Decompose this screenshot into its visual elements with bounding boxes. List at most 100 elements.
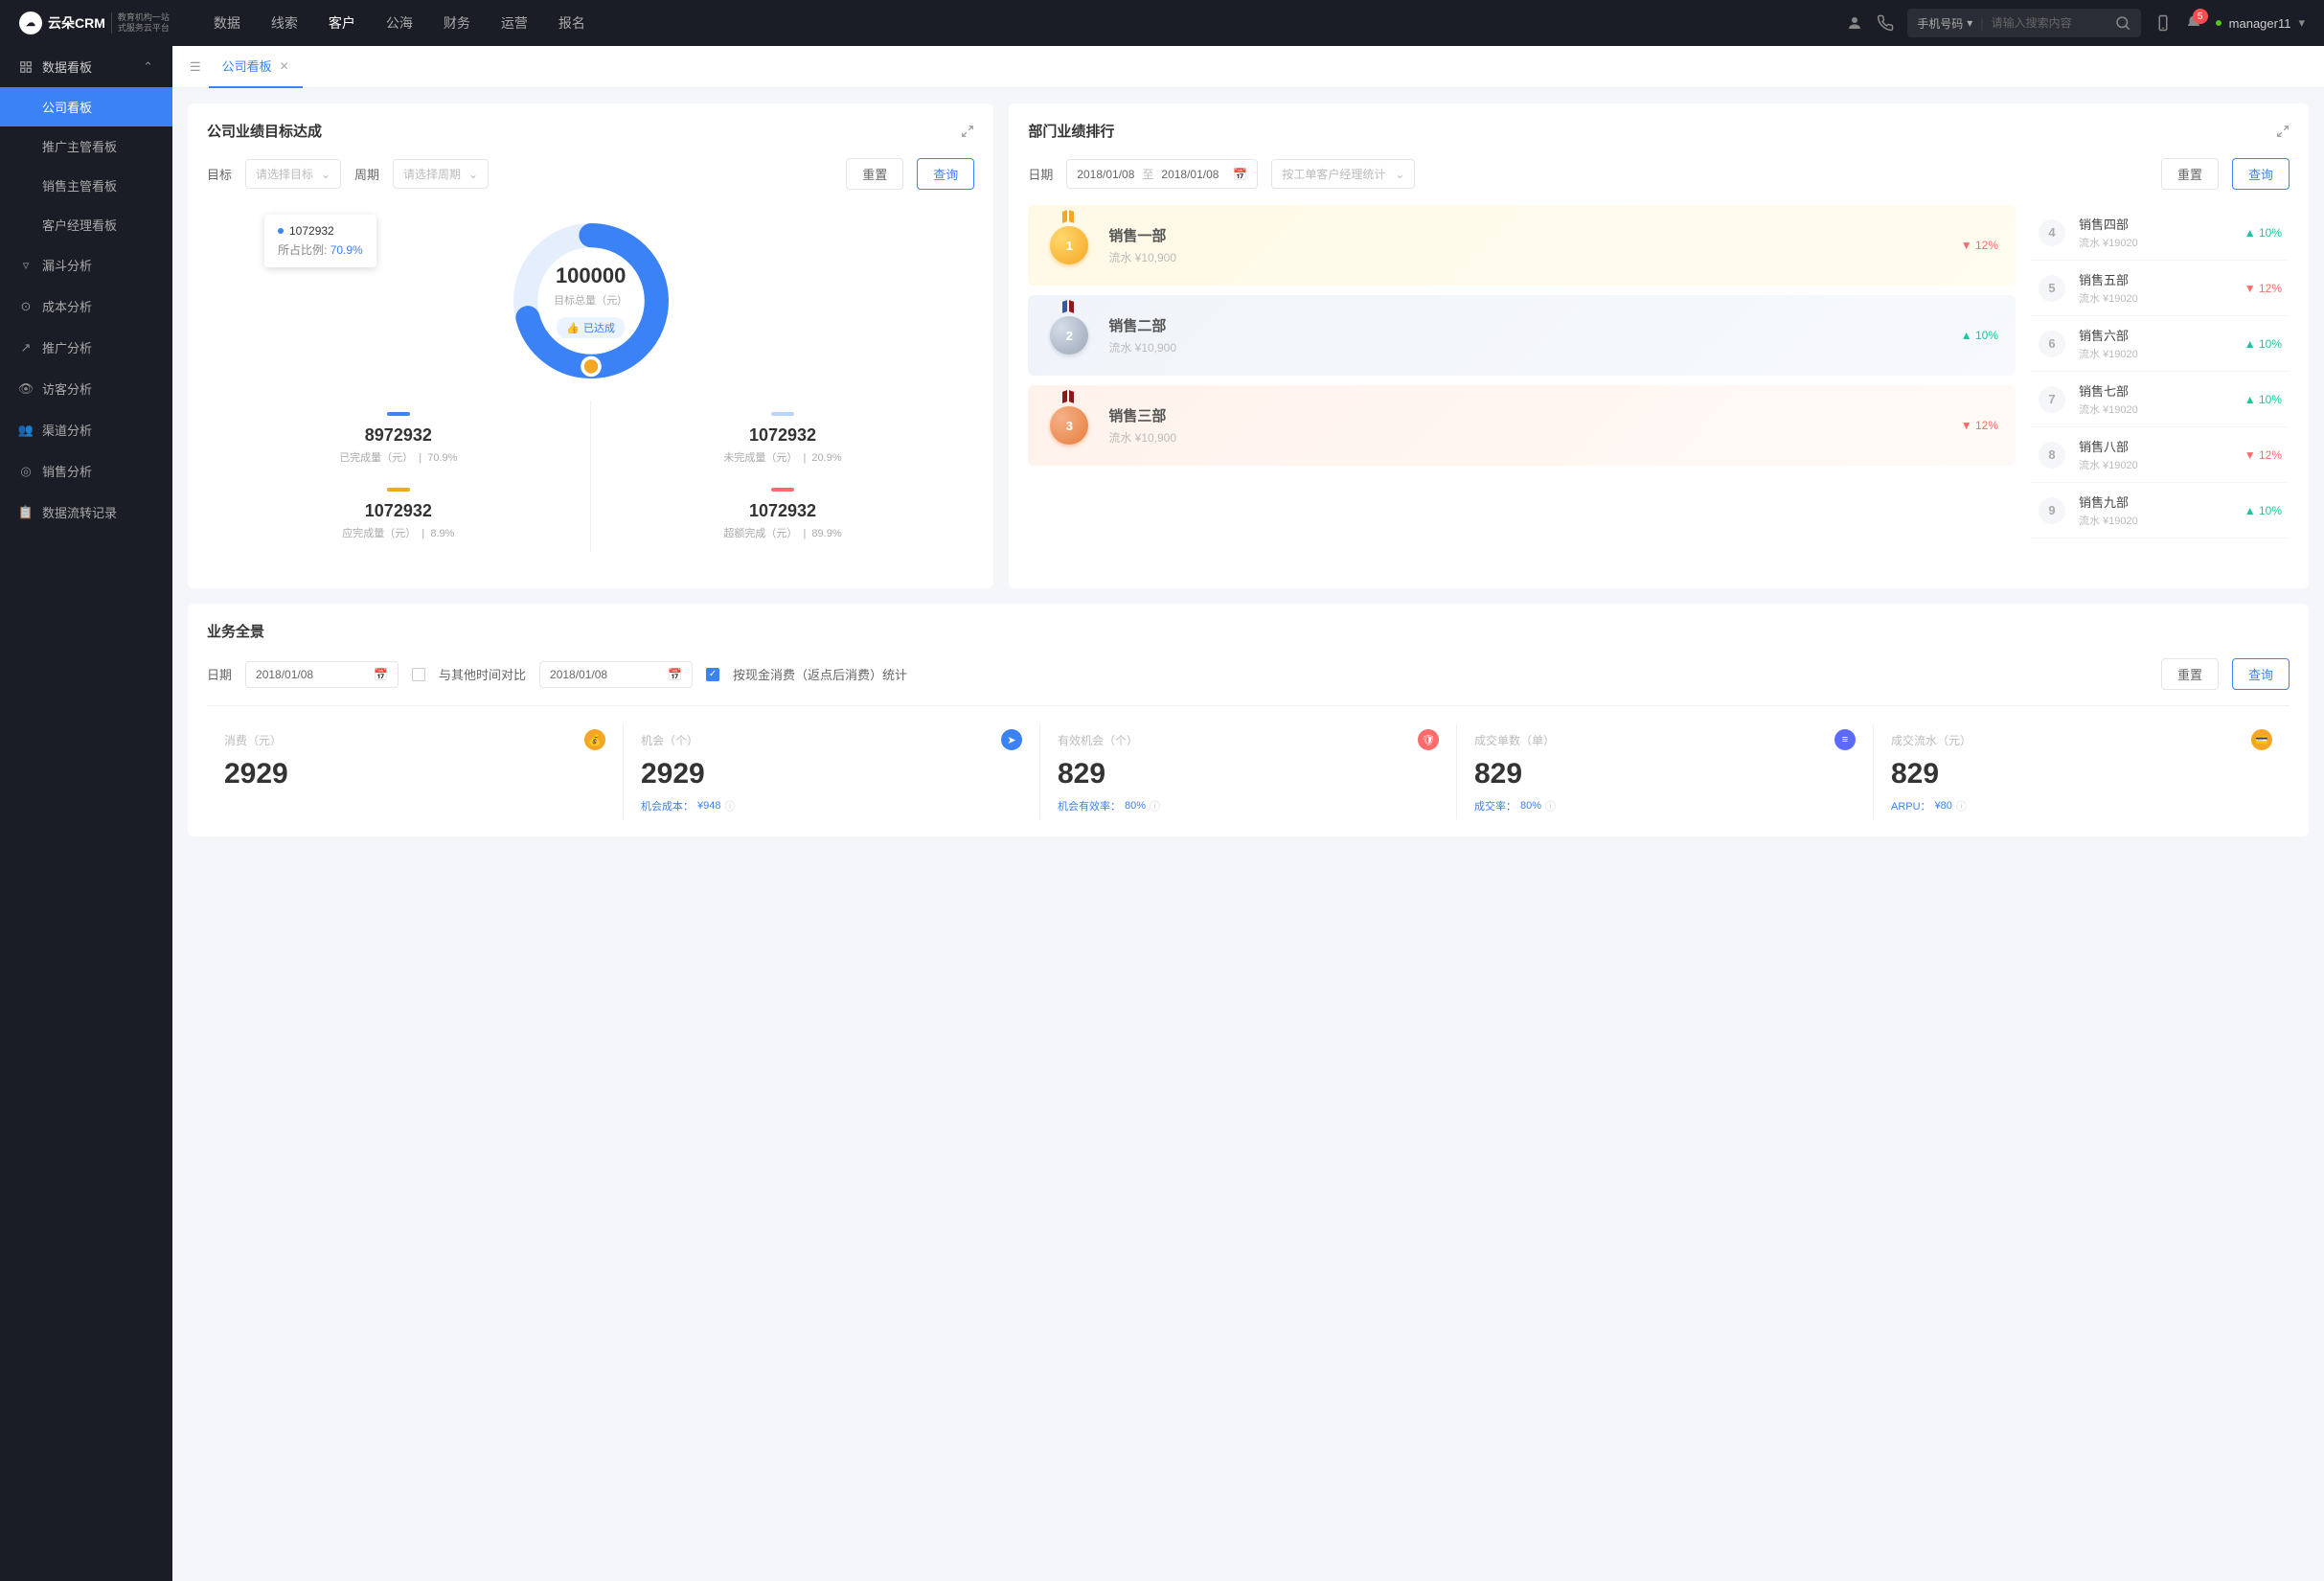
mobile-icon[interactable] (2154, 14, 2172, 32)
biz-icon: ➤ (1001, 729, 1022, 750)
card-title: 部门业绩排行 (1028, 121, 1114, 141)
period-select[interactable]: 请选择周期⌄ (393, 159, 489, 189)
biz-cell: 消费（元）💰2929 (207, 723, 624, 819)
sidebar-item[interactable]: ▿漏斗分析 (0, 244, 172, 286)
tab-collapse-icon[interactable]: ☰ (182, 59, 209, 75)
menu-icon: 📋 (19, 506, 33, 519)
person-icon[interactable] (1846, 14, 1863, 32)
logo[interactable]: ☁ 云朵CRM 教育机构一站式服务云平台 (19, 11, 170, 34)
reset-button[interactable]: 重置 (846, 158, 903, 190)
menu-icon: 👥 (19, 424, 33, 437)
topnav-item[interactable]: 公海 (371, 0, 428, 46)
topnav-item[interactable]: 运营 (486, 0, 543, 46)
rank-row: 4销售四部流水 ¥19020▲ 10% (2031, 205, 2290, 261)
stat-cell: 1072932超额完成（元） | 89.9% (591, 476, 975, 552)
menu-icon: ▿ (19, 259, 33, 272)
sidebar-group-dashboard[interactable]: 数据看板 ⌃ (0, 46, 172, 87)
card-dept-ranking: 部门业绩排行 日期 2018/01/08 至 2018/01/08 📅 按工单客… (1009, 103, 2309, 588)
sidebar-item[interactable]: 推广主管看板 (0, 126, 172, 166)
query-button[interactable]: 查询 (2232, 158, 2290, 190)
phone-icon[interactable] (1877, 14, 1894, 32)
manager-stat-select[interactable]: 按工单客户经理统计⌄ (1271, 159, 1415, 189)
medal-icon: 1 (1045, 218, 1093, 272)
reset-button[interactable]: 重置 (2161, 658, 2219, 690)
dashboard-icon (19, 60, 33, 74)
sidebar-item[interactable]: 公司看板 (0, 87, 172, 126)
biz-cell: 成交单数（单）≡829成交率：80% ⓘ (1457, 723, 1874, 819)
calendar-icon: 📅 (1233, 168, 1247, 181)
label-compare: 与其他时间对比 (439, 665, 526, 683)
donut-total: 100000 (556, 264, 626, 288)
topnav-item[interactable]: 线索 (256, 0, 313, 46)
target-select[interactable]: 请选择目标⌄ (245, 159, 341, 189)
label-period: 周期 (354, 165, 379, 183)
topnav-item[interactable]: 报名 (543, 0, 601, 46)
biz-cell: 有效机会（个）🛡829机会有效率：80% ⓘ (1040, 723, 1457, 819)
sidebar-item[interactable]: ↗推广分析 (0, 327, 172, 368)
username: manager11 (2229, 16, 2291, 31)
biz-icon: 💰 (584, 729, 605, 750)
rank-card: 1销售一部流水 ¥10,900▼ 12% (1028, 205, 2016, 286)
donut-sub: 目标总量（元） (554, 292, 627, 308)
sidebar-item[interactable]: ⊙成本分析 (0, 286, 172, 327)
topnav-item[interactable]: 财务 (428, 0, 486, 46)
sidebar-item[interactable]: 📋数据流转记录 (0, 492, 172, 533)
label-date: 日期 (207, 665, 232, 683)
medal-icon: 3 (1045, 399, 1093, 452)
rank-row: 9销售九部流水 ¥19020▲ 10% (2031, 483, 2290, 538)
calendar-icon: 📅 (668, 668, 682, 681)
user-menu[interactable]: manager11 ▾ (2216, 15, 2305, 31)
medal-icon: 2 (1045, 309, 1093, 362)
donut-chart: 100000 目标总量（元） 👍 已达成 (505, 215, 677, 387)
sidebar-item[interactable]: 销售主管看板 (0, 166, 172, 205)
compare-checkbox[interactable] (412, 668, 425, 681)
stat-cell: 8972932已完成量（元） | 70.9% (207, 401, 591, 476)
card-title: 公司业绩目标达成 (207, 121, 322, 141)
notifications[interactable]: 5 (2185, 14, 2202, 32)
date-input-1[interactable]: 2018/01/08📅 (245, 661, 399, 688)
brand-name: 云朵CRM (48, 13, 105, 33)
sidebar-item[interactable]: ◎销售分析 (0, 450, 172, 492)
topnav-item[interactable]: 数据 (198, 0, 256, 46)
rank-card: 3销售三部流水 ¥10,900▼ 12% (1028, 385, 2016, 466)
sidebar-item[interactable]: 客户经理看板 (0, 205, 172, 244)
search-type-select[interactable]: 手机号码▾ (1917, 15, 1972, 32)
tab-company-dashboard[interactable]: 公司看板 ✕ (209, 46, 303, 88)
stat-checkbox[interactable]: ✓ (706, 668, 719, 681)
date-input-2[interactable]: 2018/01/08📅 (539, 661, 693, 688)
search-icon[interactable] (2114, 14, 2131, 32)
biz-cell: 成交流水（元）💳829ARPU：¥80 ⓘ (1874, 723, 2290, 819)
menu-icon: 👁 (19, 382, 33, 396)
label-date: 日期 (1028, 165, 1053, 183)
rank-row: 8销售八部流水 ¥19020▼ 12% (2031, 427, 2290, 483)
topnav: 数据线索客户公海财务运营报名 (198, 0, 601, 46)
stat-cell: 1072932未完成量（元） | 20.9% (591, 401, 975, 476)
biz-cell: 机会（个）➤2929机会成本：¥948 ⓘ (624, 723, 1040, 819)
reset-button[interactable]: 重置 (2161, 158, 2219, 190)
close-icon[interactable]: ✕ (280, 59, 289, 73)
rank-row: 5销售五部流水 ¥19020▼ 12% (2031, 261, 2290, 316)
expand-icon[interactable] (2276, 125, 2290, 138)
stat-cell: 1072932应完成量（元） | 8.9% (207, 476, 591, 552)
brand-sub: 教育机构一站式服务云平台 (111, 12, 170, 34)
date-range-input[interactable]: 2018/01/08 至 2018/01/08 📅 (1066, 159, 1258, 189)
sidebar-item[interactable]: 👁访客分析 (0, 368, 172, 409)
menu-icon: ◎ (19, 465, 33, 478)
tabbar: ☰ 公司看板 ✕ (172, 46, 2324, 88)
achieved-badge: 👍 已达成 (557, 317, 625, 338)
calendar-icon: 📅 (374, 668, 388, 681)
topnav-item[interactable]: 客户 (313, 0, 371, 46)
query-button[interactable]: 查询 (917, 158, 974, 190)
header: ☁ 云朵CRM 教育机构一站式服务云平台 数据线索客户公海财务运营报名 手机号码… (0, 0, 2324, 46)
chevron-up-icon: ⌃ (143, 59, 153, 75)
expand-icon[interactable] (961, 125, 974, 138)
card-target-progress: 公司业绩目标达成 目标 请选择目标⌄ 周期 请选择周期⌄ 重置 查询 (188, 103, 993, 588)
card-business-panorama: 业务全景 日期 2018/01/08📅 与其他时间对比 2018/01/08📅 … (188, 604, 2309, 836)
rank-row: 6销售六部流水 ¥19020▲ 10% (2031, 316, 2290, 372)
query-button[interactable]: 查询 (2232, 658, 2290, 690)
rank-row: 7销售七部流水 ¥19020▲ 10% (2031, 372, 2290, 427)
sidebar: 数据看板 ⌃ 公司看板推广主管看板销售主管看板客户经理看板 ▿漏斗分析⊙成本分析… (0, 46, 172, 1581)
sidebar-item[interactable]: 👥渠道分析 (0, 409, 172, 450)
search-input[interactable] (1992, 16, 2107, 30)
rank-card: 2销售二部流水 ¥10,900▲ 10% (1028, 295, 2016, 376)
